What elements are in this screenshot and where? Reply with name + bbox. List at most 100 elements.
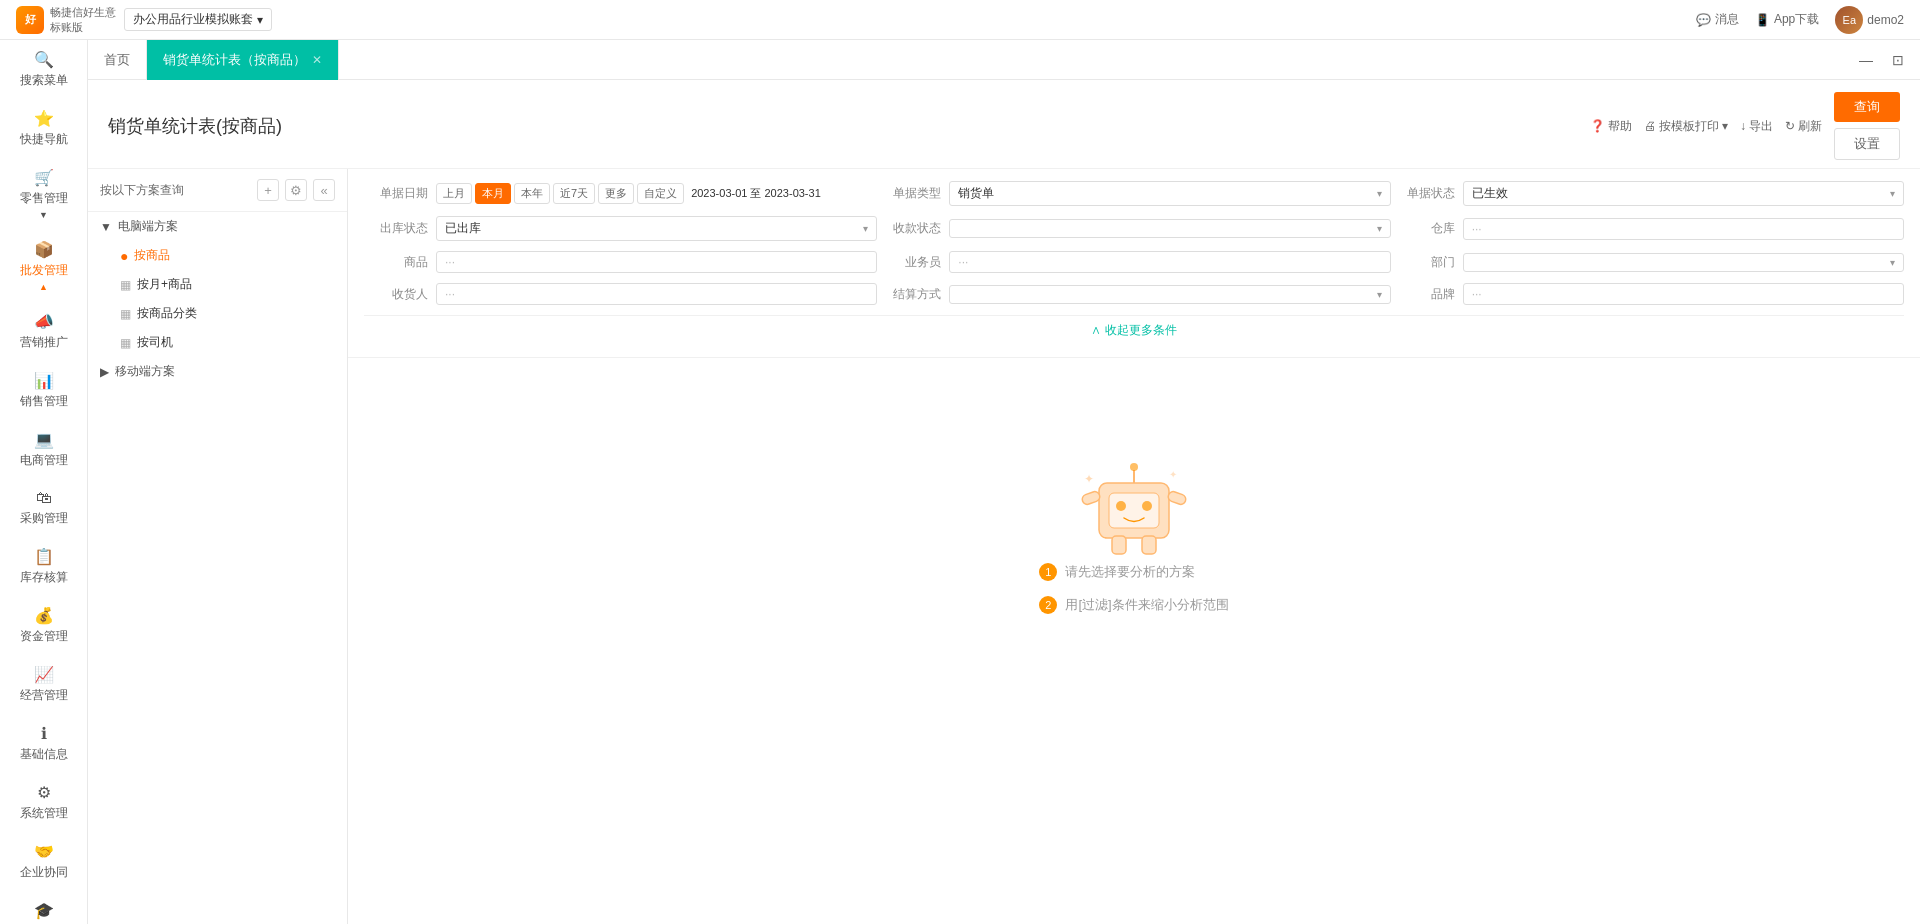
svg-point-5 [1130, 463, 1138, 471]
warehouse-input[interactable]: ··· [1463, 218, 1904, 240]
date-btn-this-month[interactable]: 本月 [475, 183, 511, 204]
active-node-icon: ● [120, 248, 128, 264]
dept-chevron-icon: ▾ [1890, 257, 1895, 268]
payment-status-select[interactable]: ▾ [949, 219, 1390, 238]
payment-method-label: 结算方式 [877, 286, 949, 303]
receiver-input[interactable]: ··· [436, 283, 877, 305]
svg-rect-6 [1081, 490, 1101, 506]
status-select[interactable]: 已生效 ▾ [1463, 181, 1904, 206]
left-panel-header: 按以下方案查询 + ⚙ « [88, 169, 347, 212]
tree-item-by-month-product[interactable]: ▦ 按月+商品 [108, 270, 347, 299]
retail-icon: 🛒 [34, 168, 54, 187]
svg-rect-7 [1167, 490, 1187, 506]
query-button[interactable]: 查询 [1834, 92, 1900, 122]
wholesale-arrow-icon: ▲ [39, 282, 48, 292]
page-content: 销货单统计表(按商品) ❓ 帮助 🖨 按模板打印 ▾ [88, 80, 1920, 924]
payment-method-select[interactable]: ▾ [949, 285, 1390, 304]
date-btn-last-month[interactable]: 上月 [436, 183, 472, 204]
sidebar-item-sys-mgmt[interactable]: ⚙ 系统管理 [0, 773, 87, 832]
status-label: 单据状态 [1391, 185, 1463, 202]
inventory-icon: 📋 [34, 547, 54, 566]
sidebar-item-purchase[interactable]: 🛍 采购管理 [0, 479, 87, 537]
message-icon: 💬 [1696, 13, 1711, 27]
collapse-filter-btn[interactable]: ∧ 收起更多条件 [364, 315, 1904, 345]
user-area[interactable]: Ea demo2 [1835, 6, 1904, 34]
export-btn[interactable]: ↓ 导出 [1740, 118, 1773, 135]
refresh-btn[interactable]: ↻ 刷新 [1785, 118, 1822, 135]
sales-icon: 📊 [34, 371, 54, 390]
marketing-icon: 📣 [34, 312, 54, 331]
enterprise-icon: 🤝 [34, 842, 54, 861]
filter-brand-cell: 品牌 ··· [1391, 283, 1904, 305]
date-btn-7days[interactable]: 近7天 [553, 183, 595, 204]
scheme-settings-btn[interactable]: ⚙ [285, 179, 307, 201]
action-buttons: 查询 设置 [1834, 92, 1900, 160]
sidebar-item-wholesale[interactable]: 📦 批发管理 ▲ [0, 230, 87, 302]
product-label: 商品 [364, 254, 436, 271]
tab-sales-stat[interactable]: 销货单统计表（按商品） ✕ [147, 40, 339, 80]
sidebar-item-basic-info[interactable]: ℹ 基础信息 [0, 714, 87, 773]
date-btn-this-year[interactable]: 本年 [514, 183, 550, 204]
left-panel: 按以下方案查询 + ⚙ « ▼ 电脑端方案 [88, 169, 348, 924]
tree-item-by-product[interactable]: ● 按商品 [108, 241, 347, 270]
message-btn[interactable]: 💬 消息 [1696, 11, 1739, 28]
tab-maximize-btn[interactable]: ⊡ [1884, 46, 1912, 74]
collapse-panel-btn[interactable]: « [313, 179, 335, 201]
filter-receiver-cell: 收货人 ··· [364, 283, 877, 305]
retail-arrow-icon: ▼ [39, 210, 48, 220]
app-download-btn[interactable]: 📱 App下载 [1755, 11, 1819, 28]
tree-expand-icon: ▼ [100, 220, 112, 234]
help-btn[interactable]: ❓ 帮助 [1590, 118, 1632, 135]
brand-input[interactable]: ··· [1463, 283, 1904, 305]
export-icon: ↓ [1740, 119, 1746, 133]
date-btn-custom[interactable]: 自定义 [637, 183, 684, 204]
payment-chevron-icon: ▾ [1377, 223, 1382, 234]
tree-group-mobile[interactable]: ▶ 移动端方案 [88, 357, 347, 386]
sidebar-item-finance[interactable]: 💰 资金管理 [0, 596, 87, 655]
operations-icon: 📈 [34, 665, 54, 684]
app-selector[interactable]: 办公用品行业模拟账套 ▾ [124, 8, 272, 31]
type-select[interactable]: 销货单 ▾ [949, 181, 1390, 206]
tree-collapse-icon: ▶ [100, 365, 109, 379]
sidebar-item-retail[interactable]: 🛒 零售管理 ▼ [0, 158, 87, 230]
tab-home[interactable]: 首页 [88, 40, 147, 80]
staff-input[interactable]: ··· [949, 251, 1390, 273]
logo-text: 畅捷信好生意 标账版 [50, 5, 116, 34]
avatar: Ea [1835, 6, 1863, 34]
sidebar-item-marketing[interactable]: 📣 营销推广 [0, 302, 87, 361]
wh-status-select[interactable]: 已出库 ▾ [436, 216, 877, 241]
tab-actions: — ⊡ [1852, 46, 1920, 74]
tree-item-by-product-category[interactable]: ▦ 按商品分类 [108, 299, 347, 328]
filter-wh-status-cell: 出库状态 已出库 ▾ [364, 216, 877, 241]
sidebar-item-quick-nav[interactable]: ⭐ 快捷导航 [0, 99, 87, 158]
setting-button[interactable]: 设置 [1834, 128, 1900, 160]
warehouse-label: 仓库 [1391, 220, 1463, 237]
top-bar-right: 💬 消息 📱 App下载 Ea demo2 [1696, 6, 1904, 34]
sidebar-item-enterprise[interactable]: 🤝 企业协同 [0, 832, 87, 891]
sidebar-item-sales[interactable]: 📊 销售管理 [0, 361, 87, 420]
filter-type-cell: 单据类型 销货单 ▾ [877, 181, 1390, 206]
template-print-btn[interactable]: 🖨 按模板打印 ▾ [1644, 118, 1728, 135]
tree-group-pc[interactable]: ▼ 电脑端方案 [88, 212, 347, 241]
date-btn-more[interactable]: 更多 [598, 183, 634, 204]
settings-icon: ⚙ [37, 783, 51, 802]
tab-minimize-btn[interactable]: — [1852, 46, 1880, 74]
date-filter-controls: 上月 本月 本年 近7天 更多 自定义 2023-03-01 至 2023-03… [436, 183, 821, 204]
tree-item-by-clerk[interactable]: ▦ 按司机 [108, 328, 347, 357]
sidebar-item-ecommerce[interactable]: 💻 电商管理 [0, 420, 87, 479]
sidebar-item-new-guide[interactable]: 🎓 新手引导 [0, 891, 87, 924]
filter-date-cell: 单据日期 上月 本月 本年 近7天 更多 自定义 [364, 181, 877, 206]
brand-label: 品牌 [1391, 286, 1463, 303]
svg-point-3 [1142, 501, 1152, 511]
tab-close-icon[interactable]: ✕ [312, 53, 322, 67]
add-scheme-btn[interactable]: + [257, 179, 279, 201]
page-title: 销货单统计表(按商品) [108, 114, 282, 138]
product-input[interactable]: ··· [436, 251, 877, 273]
sidebar-item-search-menu[interactable]: 🔍 搜索菜单 [0, 40, 87, 99]
empty-hint-1: 1 请先选择要分析的方案 [1039, 558, 1228, 587]
sidebar-item-inventory[interactable]: 📋 库存核算 [0, 537, 87, 596]
body-layout: 按以下方案查询 + ⚙ « ▼ 电脑端方案 [88, 169, 1920, 924]
filter-payment-method-cell: 结算方式 ▾ [877, 283, 1390, 305]
dept-select[interactable]: ▾ [1463, 253, 1904, 272]
sidebar-item-operations[interactable]: 📈 经营管理 [0, 655, 87, 714]
